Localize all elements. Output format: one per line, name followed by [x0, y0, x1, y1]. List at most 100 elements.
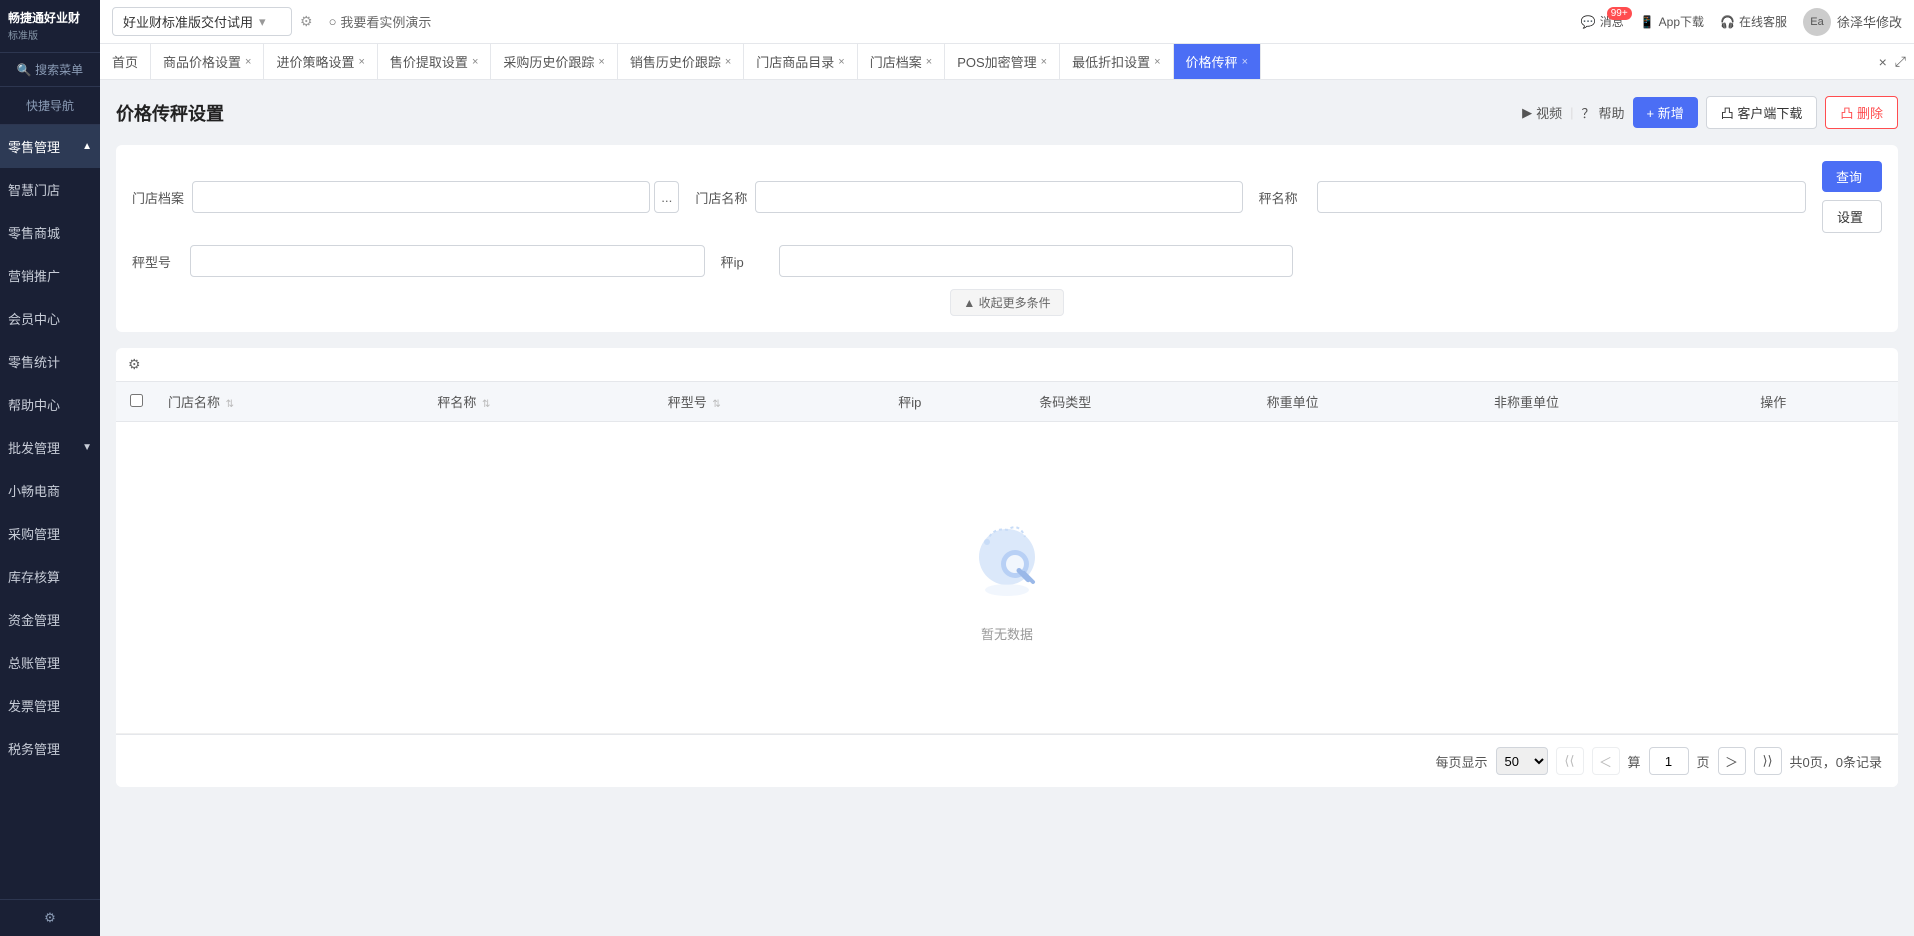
- tab-store-file[interactable]: 门店档案 ×: [858, 44, 945, 80]
- th-scale-ip: 秤ip: [886, 382, 1027, 422]
- divider: |: [1570, 105, 1573, 120]
- tab-pos-encryption[interactable]: POS加密管理 ×: [945, 44, 1060, 80]
- download-client-button[interactable]: 凸 客户端下载: [1706, 96, 1818, 129]
- collapse-button[interactable]: ▲ 收起更多条件: [950, 289, 1063, 316]
- header-settings-icon[interactable]: ⚙: [300, 13, 313, 30]
- sort-icon[interactable]: ⇅: [712, 399, 720, 410]
- tab-store-catalog[interactable]: 门店商品目录 ×: [744, 44, 857, 80]
- query-button[interactable]: 查询: [1822, 161, 1882, 192]
- tab-sale-price-extract[interactable]: 售价提取设置 ×: [378, 44, 491, 80]
- tab-price-scale[interactable]: 价格传秤 ×: [1174, 44, 1261, 80]
- video-link[interactable]: ▶ 视频: [1522, 103, 1562, 122]
- page-size-select[interactable]: 10 20 50 100: [1496, 747, 1548, 775]
- chevron-down-icon: ▾: [259, 14, 266, 30]
- collapse-row: ▲ 收起更多条件: [132, 289, 1882, 316]
- sidebar-item-financial-management[interactable]: 资金管理: [0, 598, 100, 641]
- first-page-button[interactable]: ⟨⟨: [1556, 747, 1584, 775]
- messages-button[interactable]: 💬 消息 99+: [1581, 13, 1624, 30]
- sidebar-item-label: 帮助中心: [8, 395, 60, 414]
- table-settings-icon[interactable]: ⚙: [128, 356, 141, 373]
- next-page-button[interactable]: ＞: [1718, 747, 1746, 775]
- th-action: 操作: [1748, 382, 1898, 422]
- close-icon[interactable]: ×: [358, 56, 364, 68]
- sidebar: 畅捷通好业财 标准版 🔍 搜索菜单 快捷导航 零售管理 ▲ 智慧门店 零售商城 …: [0, 0, 100, 936]
- setting-button[interactable]: 设置: [1822, 200, 1882, 233]
- user-menu[interactable]: Ea 徐泽华修改: [1803, 8, 1902, 36]
- sidebar-item-retail-management[interactable]: 零售管理 ▲: [0, 125, 100, 168]
- close-icon[interactable]: ×: [838, 56, 844, 68]
- top-header: 好业财标准版交付试用 ▾ ⚙ ○ 我要看实例演示 💬 消息 99+ 📱 App下…: [100, 0, 1914, 44]
- sidebar-item-wholesale-management[interactable]: 批发管理 ▼: [0, 426, 100, 469]
- store-file-picker-button[interactable]: ...: [654, 181, 679, 213]
- sidebar-item-retail-stats[interactable]: 零售统计: [0, 340, 100, 383]
- search-form: 门店档案 ... 门店名称 秤名称: [116, 145, 1898, 332]
- sidebar-item-purchase-management[interactable]: 采购管理: [0, 512, 100, 555]
- store-name-label: 门店名称: [695, 188, 747, 207]
- tab-purchase-strategy[interactable]: 进价策略设置 ×: [264, 44, 377, 80]
- checkbox-header[interactable]: [116, 382, 156, 422]
- delete-button[interactable]: 凸 删除: [1825, 96, 1898, 129]
- store-name-input[interactable]: [755, 181, 1242, 213]
- quick-nav-item[interactable]: 快捷导航: [4, 91, 96, 120]
- sidebar-footer-settings[interactable]: ⚙: [0, 899, 100, 936]
- scale-model-input[interactable]: [190, 245, 705, 277]
- store-file-input[interactable]: [192, 181, 650, 213]
- close-icon[interactable]: ×: [1154, 56, 1160, 68]
- close-icon[interactable]: ×: [725, 56, 731, 68]
- close-icon[interactable]: ×: [472, 56, 478, 68]
- close-icon[interactable]: ×: [598, 56, 604, 68]
- sidebar-search[interactable]: 🔍 搜索菜单: [0, 53, 100, 87]
- tab-commodity-price[interactable]: 商品价格设置 ×: [151, 44, 264, 80]
- close-icon[interactable]: ×: [926, 56, 932, 68]
- message-badge: 99+: [1607, 7, 1632, 20]
- expand-tabs-button[interactable]: ⤢: [1895, 53, 1906, 70]
- empty-state: 暂无数据: [128, 432, 1886, 723]
- demo-link[interactable]: ○ 我要看实例演示: [329, 12, 432, 31]
- table-toolbar: ⚙: [116, 348, 1898, 382]
- online-service-button[interactable]: 🎧 在线客服: [1720, 13, 1787, 30]
- sort-icon[interactable]: ⇅: [226, 399, 234, 410]
- plan-selector[interactable]: 好业财标准版交付试用 ▾: [112, 7, 292, 36]
- sidebar-item-xiaochang-ecom[interactable]: 小畅电商: [0, 469, 100, 512]
- scale-name-input[interactable]: [1317, 181, 1806, 213]
- sidebar-item-label: 会员中心: [8, 309, 60, 328]
- sidebar-item-retail-mall[interactable]: 零售商城: [0, 211, 100, 254]
- select-all-checkbox[interactable]: [130, 394, 143, 407]
- add-button[interactable]: + 新增: [1633, 97, 1698, 128]
- page-suffix-label: 页: [1697, 752, 1710, 771]
- sidebar-item-marketing[interactable]: 营销推广: [0, 254, 100, 297]
- sidebar-item-inventory-reconciliation[interactable]: 库存核算: [0, 555, 100, 598]
- th-non-weight-unit: 非称重单位: [1482, 382, 1748, 422]
- sidebar-item-general-ledger[interactable]: 总账管理: [0, 641, 100, 684]
- tab-purchase-history-track[interactable]: 采购历史价跟踪 ×: [491, 44, 617, 80]
- page-number-input[interactable]: [1649, 747, 1689, 775]
- prev-page-button[interactable]: ＜: [1592, 747, 1620, 775]
- sidebar-item-member-center[interactable]: 会员中心: [0, 297, 100, 340]
- sidebar-item-help-center[interactable]: 帮助中心: [0, 383, 100, 426]
- scale-ip-input[interactable]: [779, 245, 1294, 277]
- sort-icon[interactable]: ⇅: [482, 399, 490, 410]
- tab-bar: 首页 商品价格设置 × 进价策略设置 × 售价提取设置 × 采购历史价跟踪 × …: [100, 44, 1914, 80]
- tab-sales-history-track[interactable]: 销售历史价跟踪 ×: [618, 44, 744, 80]
- help-link[interactable]: ？ 帮助: [1582, 103, 1625, 122]
- empty-state-cell: 暂无数据: [116, 422, 1898, 734]
- quick-nav[interactable]: 快捷导航: [0, 87, 100, 125]
- help-icon: ？: [1582, 103, 1595, 122]
- app-download-button[interactable]: 📱 App下载: [1640, 13, 1704, 30]
- gear-icon: ⚙: [44, 910, 56, 925]
- close-icon[interactable]: ×: [1041, 56, 1047, 68]
- close-icon[interactable]: ×: [245, 56, 251, 68]
- page-title: 价格传秤设置: [116, 100, 224, 126]
- close-icon[interactable]: ×: [1242, 56, 1248, 68]
- last-page-button[interactable]: ⟩⟩: [1754, 747, 1782, 775]
- demo-icon: ○: [329, 14, 337, 29]
- sidebar-item-invoice-management[interactable]: 发票管理: [0, 684, 100, 727]
- tab-min-discount[interactable]: 最低折扣设置 ×: [1060, 44, 1173, 80]
- sidebar-item-label: 零售统计: [8, 352, 60, 371]
- sidebar-item-tax-management[interactable]: 税务管理: [0, 727, 100, 770]
- tab-home[interactable]: 首页: [100, 44, 151, 80]
- close-all-tabs-button[interactable]: ×: [1879, 54, 1887, 70]
- empty-state-row: 暂无数据: [116, 422, 1898, 734]
- sidebar-item-smart-store[interactable]: 智慧门店: [0, 168, 100, 211]
- page-word-label: 算: [1628, 752, 1641, 771]
